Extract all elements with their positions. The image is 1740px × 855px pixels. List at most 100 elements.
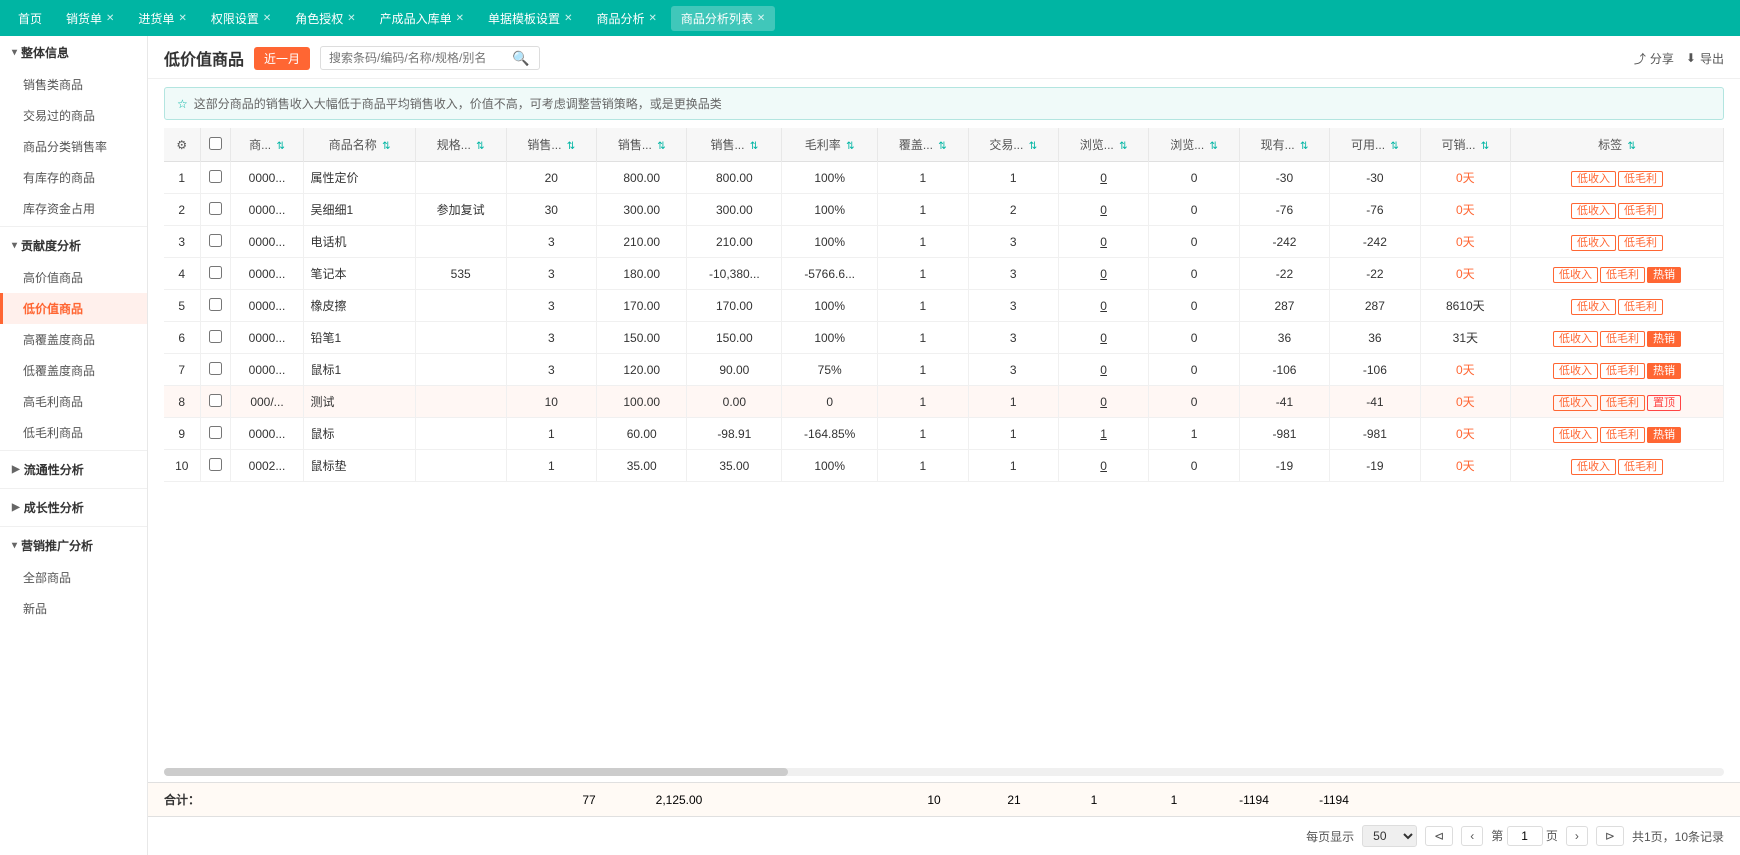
tag-低毛利[interactable]: 低毛利 [1618, 235, 1663, 251]
row-checkbox[interactable] [209, 426, 222, 439]
nav-close-purchase[interactable]: ✕ [178, 13, 186, 24]
tag-低收入[interactable]: 低收入 [1553, 363, 1598, 379]
tag-置顶[interactable]: 置顶 [1647, 395, 1681, 411]
tag-低收入[interactable]: 低收入 [1571, 459, 1616, 475]
sidebar-item-traded-goods[interactable]: 交易过的商品 [0, 100, 147, 131]
tag-低毛利[interactable]: 低毛利 [1600, 427, 1645, 443]
browse1-link[interactable]: 0 [1100, 395, 1107, 409]
browse1-link[interactable]: 0 [1100, 267, 1107, 281]
nav-close-pal[interactable]: ✕ [757, 13, 765, 24]
total-browse1: 1 [1054, 793, 1134, 807]
browse1-link[interactable]: 0 [1100, 331, 1107, 345]
nav-close-perm[interactable]: ✕ [263, 13, 271, 24]
sidebar-item-all-goods[interactable]: 全部商品 [0, 562, 147, 593]
sidebar-item-low-coverage[interactable]: 低覆盖度商品 [0, 355, 147, 386]
browse1-link[interactable]: 0 [1100, 171, 1107, 185]
nav-permissions[interactable]: 权限设置 ✕ [201, 6, 281, 31]
tag-低收入[interactable]: 低收入 [1553, 331, 1598, 347]
last-page-btn[interactable]: ⊳ [1596, 826, 1624, 846]
row-checkbox[interactable] [209, 234, 222, 247]
browse1-link[interactable]: 1 [1100, 427, 1107, 441]
row-checkbox[interactable] [209, 394, 222, 407]
nav-close-pa[interactable]: ✕ [648, 13, 656, 24]
tag-低收入[interactable]: 低收入 [1571, 235, 1616, 251]
scrollbar-thumb[interactable] [164, 768, 788, 776]
nav-close-role[interactable]: ✕ [347, 13, 355, 24]
browse1-link[interactable]: 0 [1100, 299, 1107, 313]
export-btn[interactable]: ⬇ 导出 [1686, 50, 1724, 67]
sidebar-group-growth[interactable]: ▶ 成长性分析 [0, 491, 147, 524]
th-settings[interactable]: ⚙ [164, 128, 200, 162]
td-name: 笔记本 [304, 258, 415, 290]
td-sales-amt: 35.00 [597, 450, 687, 482]
search-icon[interactable]: 🔍 [512, 50, 529, 67]
td-checkbox [200, 386, 230, 418]
nav-sales-order[interactable]: 销货单 ✕ [56, 6, 124, 31]
tag-低收入[interactable]: 低收入 [1571, 203, 1616, 219]
sidebar-item-sales-goods[interactable]: 销售类商品 [0, 69, 147, 100]
sidebar-item-low-margin[interactable]: 低毛利商品 [0, 417, 147, 448]
search-input[interactable] [320, 46, 540, 70]
browse1-link[interactable]: 0 [1100, 203, 1107, 217]
prev-page-btn[interactable]: ‹ [1461, 826, 1483, 846]
nav-role-auth[interactable]: 角色授权 ✕ [285, 6, 365, 31]
nav-product-stock[interactable]: 产成品入库单 ✕ [370, 6, 474, 31]
select-all-checkbox[interactable] [209, 137, 222, 150]
row-checkbox[interactable] [209, 170, 222, 183]
sidebar-item-new-goods[interactable]: 新品 [0, 593, 147, 624]
sidebar-item-stock-capital[interactable]: 库存资金占用 [0, 193, 147, 224]
tag-热销[interactable]: 热销 [1647, 363, 1681, 379]
tag-低毛利[interactable]: 低毛利 [1618, 203, 1663, 219]
sidebar-group-contribution[interactable]: ▾ 贡献度分析 [0, 229, 147, 262]
sidebar-group-marketing[interactable]: ▾ 营销推广分析 [0, 529, 147, 562]
nav-template-settings[interactable]: 单据模板设置 ✕ [478, 6, 582, 31]
sidebar-item-high-margin[interactable]: 高毛利商品 [0, 386, 147, 417]
row-checkbox[interactable] [209, 330, 222, 343]
tag-低毛利[interactable]: 低毛利 [1618, 459, 1663, 475]
tag-低收入[interactable]: 低收入 [1553, 395, 1598, 411]
sidebar-item-stocked-goods[interactable]: 有库存的商品 [0, 162, 147, 193]
horizontal-scrollbar[interactable] [164, 768, 1724, 776]
sidebar-item-category-sales-rate[interactable]: 商品分类销售率 [0, 131, 147, 162]
share-btn[interactable]: ⤴ 分享 [1634, 50, 1674, 67]
tag-热销[interactable]: 热销 [1647, 427, 1681, 443]
nav-purchase-order[interactable]: 进货单 ✕ [128, 6, 196, 31]
tag-低收入[interactable]: 低收入 [1571, 171, 1616, 187]
nav-close-tmpl[interactable]: ✕ [564, 13, 572, 24]
filter-recent-month-btn[interactable]: 近一月 [254, 47, 310, 70]
sidebar-item-low-value[interactable]: 低价值商品 [0, 293, 147, 324]
tag-热销[interactable]: 热销 [1647, 331, 1681, 347]
tag-低毛利[interactable]: 低毛利 [1618, 171, 1663, 187]
tag-低毛利[interactable]: 低毛利 [1618, 299, 1663, 315]
sidebar-group-overall[interactable]: ▾ 整体信息 [0, 36, 147, 69]
browse1-link[interactable]: 0 [1100, 235, 1107, 249]
sidebar-item-high-coverage[interactable]: 高覆盖度商品 [0, 324, 147, 355]
nav-product-analysis-list[interactable]: 商品分析列表 ✕ [671, 6, 775, 31]
nav-product-analysis[interactable]: 商品分析 ✕ [586, 6, 666, 31]
sidebar-item-high-value[interactable]: 高价值商品 [0, 262, 147, 293]
nav-close-sales[interactable]: ✕ [106, 13, 114, 24]
tag-低毛利[interactable]: 低毛利 [1600, 267, 1645, 283]
row-checkbox[interactable] [209, 458, 222, 471]
tag-低收入[interactable]: 低收入 [1553, 267, 1598, 283]
page-size-select[interactable]: 50 100 200 [1362, 825, 1417, 847]
row-checkbox[interactable] [209, 298, 222, 311]
tag-低收入[interactable]: 低收入 [1553, 427, 1598, 443]
browse1-link[interactable]: 0 [1100, 459, 1107, 473]
nav-close-prod[interactable]: ✕ [456, 13, 464, 24]
nav-home[interactable]: 首页 [8, 6, 52, 31]
tag-低毛利[interactable]: 低毛利 [1600, 395, 1645, 411]
tag-低收入[interactable]: 低收入 [1571, 299, 1616, 315]
first-page-btn[interactable]: ⊲ [1425, 826, 1453, 846]
table-row: 3 0000... 电话机 3 210.00 210.00 100% 1 3 0… [164, 226, 1724, 258]
page-number-input[interactable] [1507, 826, 1543, 846]
row-checkbox[interactable] [209, 362, 222, 375]
sidebar-group-circulation[interactable]: ▶ 流通性分析 [0, 453, 147, 486]
browse1-link[interactable]: 0 [1100, 363, 1107, 377]
next-page-btn[interactable]: › [1566, 826, 1588, 846]
tag-低毛利[interactable]: 低毛利 [1600, 363, 1645, 379]
tag-热销[interactable]: 热销 [1647, 267, 1681, 283]
tag-低毛利[interactable]: 低毛利 [1600, 331, 1645, 347]
row-checkbox[interactable] [209, 266, 222, 279]
row-checkbox[interactable] [209, 202, 222, 215]
